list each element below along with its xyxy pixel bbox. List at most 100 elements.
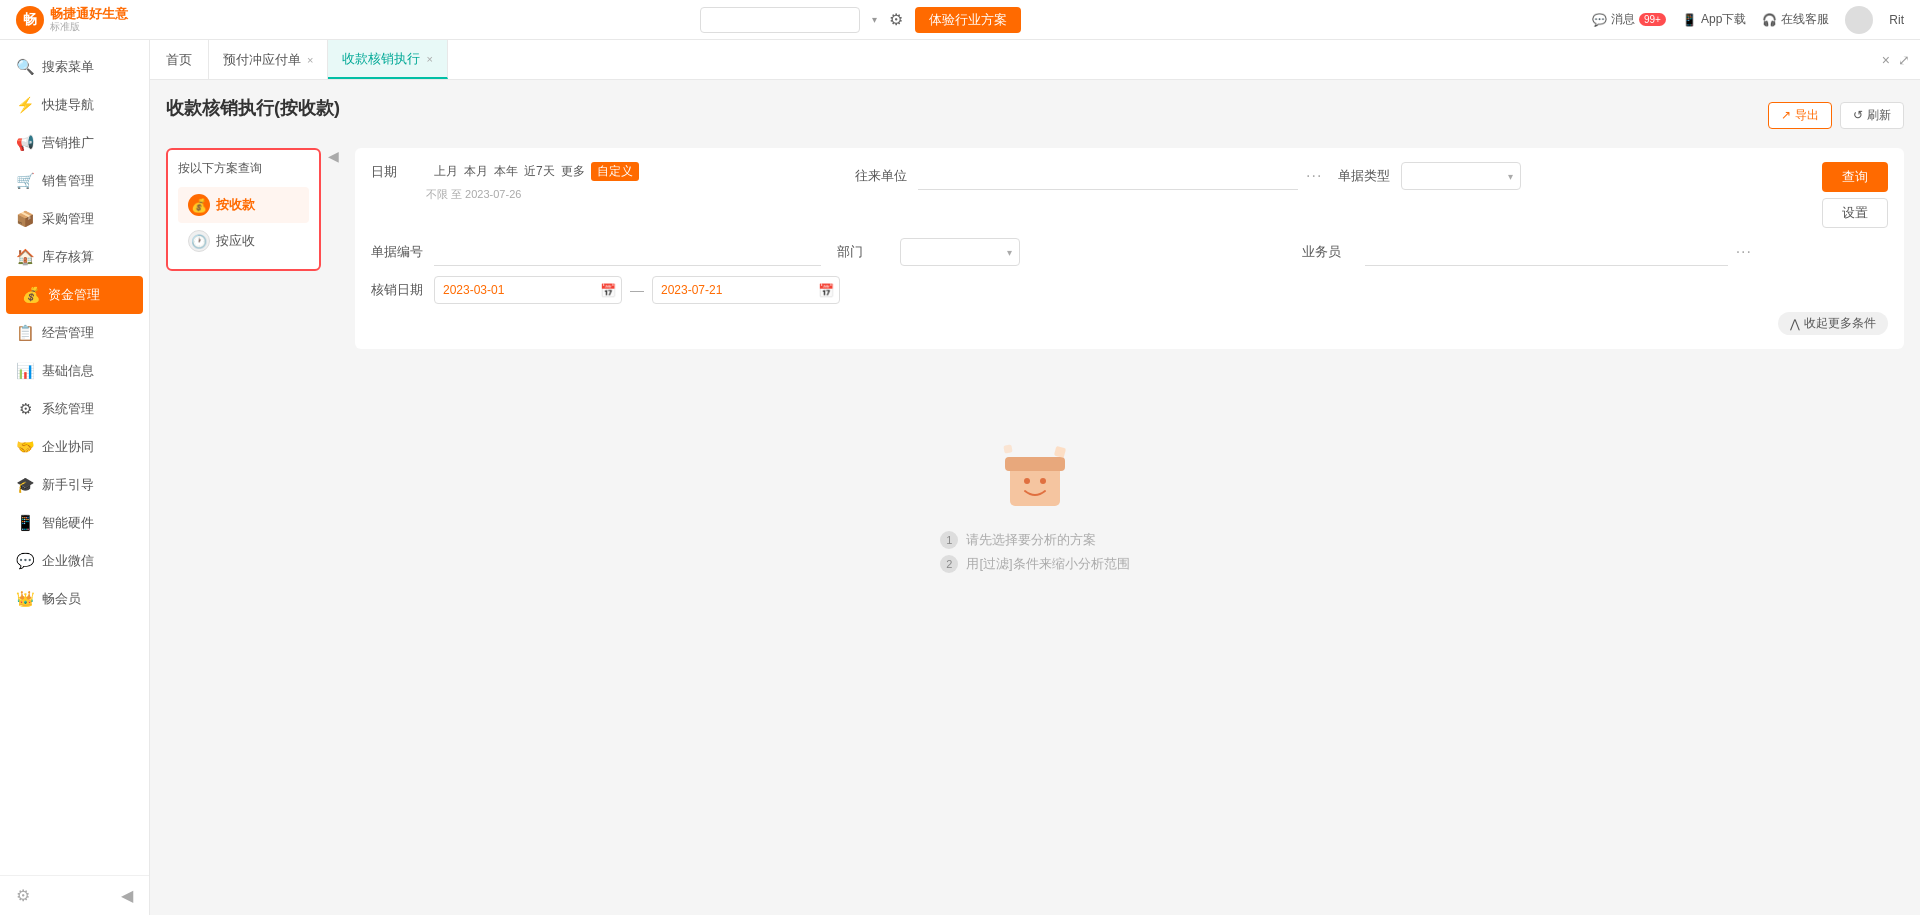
empty-state: 1 请先选择要分析的方案 2 用[过滤]条件来缩小分析范围 xyxy=(166,349,1904,653)
sidebar-item-purchase[interactable]: 📦 采购管理 xyxy=(0,200,149,238)
tab-collection-label: 收款核销执行 xyxy=(342,50,420,68)
more-btn[interactable]: 更多 xyxy=(561,163,585,180)
doc-no-label: 单据编号 xyxy=(371,243,426,261)
tab-bar: 首页 预付冲应付单 × 收款核销执行 × × ⤢ xyxy=(150,40,1920,80)
message-label: 消息 xyxy=(1611,11,1635,28)
sidebar-item-vip[interactable]: 👑 畅会员 xyxy=(0,580,149,618)
dept-select[interactable] xyxy=(900,238,1020,266)
staff-input-area[interactable] xyxy=(1365,238,1727,266)
setting-button[interactable]: 设置 xyxy=(1822,198,1888,228)
dropdown-chevron-icon[interactable]: ▾ xyxy=(872,14,877,25)
sidebar-collapse-icon[interactable]: ◀ xyxy=(121,886,133,905)
avatar[interactable] xyxy=(1845,6,1873,34)
partner-input-area[interactable] xyxy=(918,162,1298,190)
solution-button[interactable]: 体验行业方案 xyxy=(915,7,1021,33)
sidebar-item-system[interactable]: ⚙ 系统管理 xyxy=(0,390,149,428)
message-btn[interactable]: 💬 消息 99+ xyxy=(1592,11,1666,28)
doc-no-input-area[interactable] xyxy=(434,238,821,266)
sidebar-item-inventory[interactable]: 🏠 库存核算 xyxy=(0,238,149,276)
this-month-btn[interactable]: 本月 xyxy=(464,163,488,180)
tab-prepay[interactable]: 预付冲应付单 × xyxy=(209,40,328,79)
date-label: 日期 xyxy=(371,163,426,181)
tab-home[interactable]: 首页 xyxy=(150,40,209,79)
sidebar-settings-icon[interactable]: ⚙ xyxy=(16,886,30,905)
sidebar-label-search-menu: 搜索菜单 xyxy=(42,58,94,76)
partner-label: 往来单位 xyxy=(855,167,910,185)
sidebar-bottom: ⚙ ◀ xyxy=(0,875,149,915)
query-option-receivable[interactable]: 🕐 按应收 xyxy=(178,223,309,259)
calendar-end-icon[interactable]: 📅 xyxy=(818,283,834,298)
app-download-btn[interactable]: 📱 App下载 xyxy=(1682,11,1746,28)
sidebar-item-sales[interactable]: 🛒 销售管理 xyxy=(0,162,149,200)
hint-text-1: 请先选择要分析的方案 xyxy=(966,531,1096,549)
sidebar-item-enterprise[interactable]: 🤝 企业协同 xyxy=(0,428,149,466)
svg-point-2 xyxy=(1024,478,1030,484)
service-icon: 🎧 xyxy=(1762,13,1777,27)
tab-collection-close[interactable]: × xyxy=(426,53,432,65)
online-service-btn[interactable]: 🎧 在线客服 xyxy=(1762,11,1829,28)
collapse-more-label: 收起更多条件 xyxy=(1804,315,1876,332)
tab-prepay-label: 预付冲应付单 xyxy=(223,51,301,69)
sidebar-item-finance[interactable]: 💰 资金管理 xyxy=(6,276,143,314)
panel-collapse-btn[interactable]: ◀ xyxy=(325,148,341,164)
sidebar-label-purchase: 采购管理 xyxy=(42,210,94,228)
last-7days-btn[interactable]: 近7天 xyxy=(524,163,555,180)
sidebar-item-beginner[interactable]: 🎓 新手引导 xyxy=(0,466,149,504)
empty-svg xyxy=(990,429,1080,519)
sidebar-item-operations[interactable]: 📋 经营管理 xyxy=(0,314,149,352)
query-panel: 按以下方案查询 💰 按收款 🕐 按应收 xyxy=(166,148,321,271)
svg-rect-4 xyxy=(1054,446,1066,458)
date-shortcuts: 上月 本月 本年 近7天 更多 自定义 xyxy=(434,162,639,181)
svg-rect-5 xyxy=(1003,444,1012,453)
sidebar: 🔍 搜索菜单 ⚡ 快捷导航 📢 营销推广 🛒 销售管理 📦 采购管理 🏠 xyxy=(0,40,150,915)
sidebar-item-basic-info[interactable]: 📊 基础信息 xyxy=(0,352,149,390)
prev-month-btn[interactable]: 上月 xyxy=(434,163,458,180)
partner-dots-btn[interactable]: ··· xyxy=(1306,167,1322,185)
dept-label: 部门 xyxy=(837,243,892,261)
sidebar-label-finance: 资金管理 xyxy=(48,286,100,304)
sidebar-label-inventory: 库存核算 xyxy=(42,248,94,266)
doc-type-select[interactable] xyxy=(1401,162,1521,190)
tab-collection[interactable]: 收款核销执行 × xyxy=(328,40,447,79)
basic-info-icon: 📊 xyxy=(16,362,34,380)
refresh-button[interactable]: ↺ 刷新 xyxy=(1840,102,1904,129)
operations-icon: 📋 xyxy=(16,324,34,342)
sidebar-label-quick-nav: 快捷导航 xyxy=(42,96,94,114)
quick-nav-icon: ⚡ xyxy=(16,96,34,114)
calendar-start-icon[interactable]: 📅 xyxy=(600,283,616,298)
online-service-label: 在线客服 xyxy=(1781,11,1829,28)
smart-hw-icon: 📱 xyxy=(16,514,34,532)
sidebar-item-search-menu[interactable]: 🔍 搜索菜单 xyxy=(0,48,149,86)
writeoff-date-label: 核销日期 xyxy=(371,281,426,299)
window-expand-icon[interactable]: ⤢ xyxy=(1898,52,1910,68)
query-button[interactable]: 查询 xyxy=(1822,162,1888,192)
export-button[interactable]: ↗ 导出 xyxy=(1768,102,1832,129)
custom-btn[interactable]: 自定义 xyxy=(591,162,639,181)
sidebar-item-smart-hw[interactable]: 📱 智能硬件 xyxy=(0,504,149,542)
sidebar-item-marketing[interactable]: 📢 营销推广 xyxy=(0,124,149,162)
doc-type-select-wrapper xyxy=(1401,162,1521,190)
settings-icon[interactable]: ⚙ xyxy=(889,10,903,29)
sidebar-item-wechat[interactable]: 💬 企业微信 xyxy=(0,542,149,580)
tab-spacer xyxy=(448,40,1872,79)
svg-rect-1 xyxy=(1005,457,1065,471)
staff-dots-btn[interactable]: ··· xyxy=(1736,243,1752,261)
topbar-right: 💬 消息 99+ 📱 App下载 🎧 在线客服 Rit xyxy=(1592,6,1904,34)
this-year-btn[interactable]: 本年 xyxy=(494,163,518,180)
sidebar-label-beginner: 新手引导 xyxy=(42,476,94,494)
sidebar-item-quick-nav[interactable]: ⚡ 快捷导航 xyxy=(0,86,149,124)
doc-type-label: 单据类型 xyxy=(1338,167,1393,185)
window-close-icon[interactable]: × xyxy=(1882,52,1890,68)
tab-prepay-close[interactable]: × xyxy=(307,54,313,66)
topbar-search[interactable] xyxy=(700,7,860,33)
writeoff-start-input[interactable] xyxy=(434,276,622,304)
collapse-more-btn[interactable]: ⋀ 收起更多条件 xyxy=(1778,312,1888,335)
finance-icon: 💰 xyxy=(22,286,40,304)
sidebar-label-marketing: 营销推广 xyxy=(42,134,94,152)
search-menu-icon: 🔍 xyxy=(16,58,34,76)
query-panel-wrapper: 按以下方案查询 💰 按收款 🕐 按应收 ◀ xyxy=(166,148,341,349)
query-option-receipt[interactable]: 💰 按收款 xyxy=(178,187,309,223)
topbar-left: 畅 畅捷通好生意 标准版 xyxy=(16,6,128,34)
writeoff-end-wrap: 📅 xyxy=(652,276,840,304)
writeoff-end-input[interactable] xyxy=(652,276,840,304)
